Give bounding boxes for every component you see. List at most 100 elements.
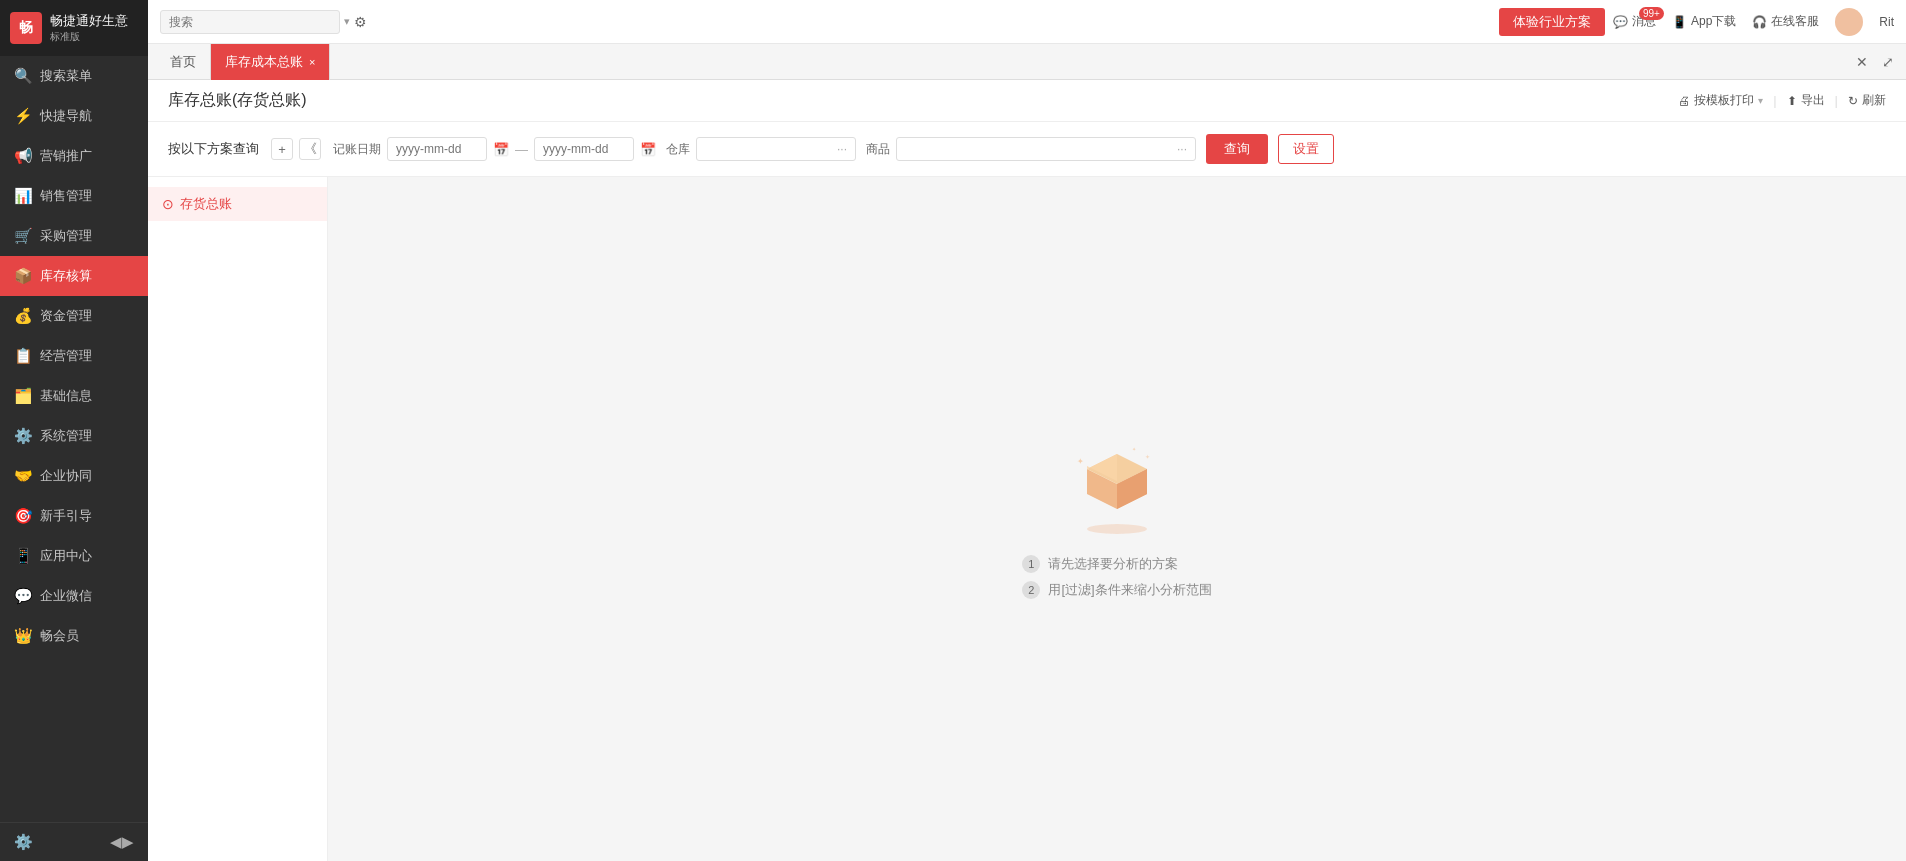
guide-icon: 🎯 <box>14 507 32 525</box>
sidebar-item-purchase[interactable]: 🛒 采购管理 <box>0 216 148 256</box>
purchase-icon: 🛒 <box>14 227 32 245</box>
tabbar-right: ✕ ⤢ <box>1852 50 1898 74</box>
member-icon: 👑 <box>14 627 32 645</box>
filter-area: 按以下方案查询 + 《 记账日期 📅 — 📅 仓库 <box>148 122 1906 177</box>
sidebar-item-finance[interactable]: 💰 资金管理 <box>0 296 148 336</box>
logo-icon: 畅 <box>10 12 42 44</box>
sidebar-item-corp[interactable]: 🤝 企业协同 <box>0 456 148 496</box>
phone-icon: 📱 <box>1672 15 1687 29</box>
refresh-icon: ↻ <box>1848 94 1858 108</box>
avatar[interactable] <box>1835 8 1863 36</box>
tab-inventory-ledger[interactable]: 库存成本总账 × <box>211 44 330 80</box>
topbar-right: 💬 消息 99+ 📱 App下载 🎧 在线客服 Rit <box>1613 8 1894 36</box>
avatar-name: Rit <box>1879 15 1894 29</box>
app-download-btn[interactable]: 📱 App下载 <box>1672 13 1736 30</box>
sidebar-item-label: 销售管理 <box>40 187 92 205</box>
topbar-search-area: ▾ ⚙ <box>160 10 1491 34</box>
sidebar-item-quicknav[interactable]: ⚡ 快捷导航 <box>0 96 148 136</box>
sidebar-item-label: 库存核算 <box>40 267 92 285</box>
tab-bar-expand-btn[interactable]: ⤢ <box>1878 50 1898 74</box>
export-btn[interactable]: ⬆ 导出 <box>1787 92 1825 109</box>
filter-warehouse-group: 仓库 ··· <box>666 137 856 161</box>
svg-text:✦: ✦ <box>1077 457 1084 466</box>
product-select[interactable]: ··· <box>896 137 1196 161</box>
search-input[interactable] <box>160 10 340 34</box>
tab-bar-close-btn[interactable]: ✕ <box>1852 50 1872 74</box>
warehouse-label: 仓库 <box>666 141 690 158</box>
sidebar: 畅 畅捷通好生意 标准版 🔍 搜索菜单 ⚡ 快捷导航 📢 营销推广 📊 销售管理… <box>0 0 148 861</box>
sidebar-item-label: 快捷导航 <box>40 107 92 125</box>
calendar-start-icon[interactable]: 📅 <box>493 142 509 157</box>
date-label: 记账日期 <box>333 141 381 158</box>
sidebar-item-operation[interactable]: 📋 经营管理 <box>0 336 148 376</box>
apps-icon: 📱 <box>14 547 32 565</box>
tab-home[interactable]: 首页 <box>156 44 211 80</box>
filter-product-group: 商品 ··· <box>866 137 1196 161</box>
page-title: 库存总账(存货总账) <box>168 90 307 111</box>
online-service-btn[interactable]: 🎧 在线客服 <box>1752 13 1819 30</box>
warehouse-more-icon[interactable]: ··· <box>837 142 847 156</box>
sidebar-item-apps[interactable]: 📱 应用中心 <box>0 536 148 576</box>
date-end-input[interactable] <box>534 137 634 161</box>
content-main: ✦ ✦ ✦ 1 请先选择要分析的方案 2 用[过滤]条件来缩小分析范围 <box>328 177 1906 861</box>
tab-active-label: 库存成本总账 <box>225 53 303 71</box>
product-label: 商品 <box>866 141 890 158</box>
warehouse-select[interactable]: ··· <box>696 137 856 161</box>
sidebar-item-label: 企业微信 <box>40 587 92 605</box>
empty-tip-1: 1 请先选择要分析的方案 <box>1022 555 1211 573</box>
inventory-icon: 📦 <box>14 267 32 285</box>
marketing-icon: 📢 <box>14 147 32 165</box>
page-header-actions: 🖨 按模板打印 ▾ | ⬆ 导出 | ↻ 刷新 <box>1678 92 1886 109</box>
export-icon: ⬆ <box>1787 94 1797 108</box>
message-btn[interactable]: 💬 消息 99+ <box>1613 13 1656 30</box>
date-start-input[interactable] <box>387 137 487 161</box>
topbar: ▾ ⚙ 体验行业方案 💬 消息 99+ 📱 App下载 🎧 在线客服 Rit <box>148 0 1906 44</box>
empty-tips: 1 请先选择要分析的方案 2 用[过滤]条件来缩小分析范围 <box>1022 555 1211 599</box>
wechat-icon: 💬 <box>14 587 32 605</box>
sidebar-collapse-btn[interactable]: ◀▶ <box>110 833 134 851</box>
sidebar-item-label: 采购管理 <box>40 227 92 245</box>
sidebar-item-member[interactable]: 👑 畅会员 <box>0 616 148 656</box>
sidebar-item-label: 新手引导 <box>40 507 92 525</box>
svg-text:✦: ✦ <box>1132 446 1136 452</box>
filter-add-btn[interactable]: + <box>271 138 293 160</box>
industry-btn[interactable]: 体验行业方案 <box>1499 8 1605 36</box>
filter-collapse-btn[interactable]: 《 <box>299 138 321 160</box>
sidebar-item-label: 基础信息 <box>40 387 92 405</box>
page-header: 库存总账(存货总账) 🖨 按模板打印 ▾ | ⬆ 导出 | ↻ 刷新 <box>148 80 1906 122</box>
print-icon: 🖨 <box>1678 94 1690 108</box>
product-more-icon[interactable]: ··· <box>1177 142 1187 156</box>
sidebar-item-wechat[interactable]: 💬 企业微信 <box>0 576 148 616</box>
sidebar-item-inventory[interactable]: 📦 库存核算 <box>0 256 148 296</box>
scheme-item-label: 存货总账 <box>180 195 232 213</box>
sidebar-settings-btn[interactable]: ⚙️ <box>14 833 33 851</box>
basic-icon: 🗂️ <box>14 387 32 405</box>
sidebar-item-label: 系统管理 <box>40 427 92 445</box>
sidebar-item-label: 营销推广 <box>40 147 92 165</box>
quicknav-icon: ⚡ <box>14 107 32 125</box>
sidebar-logo: 畅 畅捷通好生意 标准版 <box>0 0 148 56</box>
chevron-down-icon[interactable]: ▾ <box>344 15 350 28</box>
content-body: ⊙ 存货总账 <box>148 177 1906 861</box>
tab-close-btn[interactable]: × <box>309 56 315 68</box>
content-area: 库存总账(存货总账) 🖨 按模板打印 ▾ | ⬆ 导出 | ↻ 刷新 <box>148 80 1906 861</box>
sidebar-item-guide[interactable]: 🎯 新手引导 <box>0 496 148 536</box>
scheme-item-inventory-ledger[interactable]: ⊙ 存货总账 <box>148 187 327 221</box>
sidebar-item-marketing[interactable]: 📢 营销推广 <box>0 136 148 176</box>
sidebar-item-basic[interactable]: 🗂️ 基础信息 <box>0 376 148 416</box>
search-icon: 🔍 <box>14 67 32 85</box>
version-label: 标准版 <box>50 30 128 44</box>
sidebar-item-search[interactable]: 🔍 搜索菜单 <box>0 56 148 96</box>
brand-name: 畅捷通好生意 <box>50 12 128 30</box>
query-btn[interactable]: 查询 <box>1206 134 1268 164</box>
filter-date-group: 记账日期 📅 — 📅 <box>333 137 656 161</box>
print-btn[interactable]: 🖨 按模板打印 ▾ <box>1678 92 1763 109</box>
gear-icon[interactable]: ⚙ <box>354 14 367 30</box>
sidebar-item-sales[interactable]: 📊 销售管理 <box>0 176 148 216</box>
refresh-btn[interactable]: ↻ 刷新 <box>1848 92 1886 109</box>
corp-icon: 🤝 <box>14 467 32 485</box>
settings-btn[interactable]: 设置 <box>1278 134 1334 164</box>
sidebar-item-label: 应用中心 <box>40 547 92 565</box>
calendar-end-icon[interactable]: 📅 <box>640 142 656 157</box>
sidebar-item-system[interactable]: ⚙️ 系统管理 <box>0 416 148 456</box>
